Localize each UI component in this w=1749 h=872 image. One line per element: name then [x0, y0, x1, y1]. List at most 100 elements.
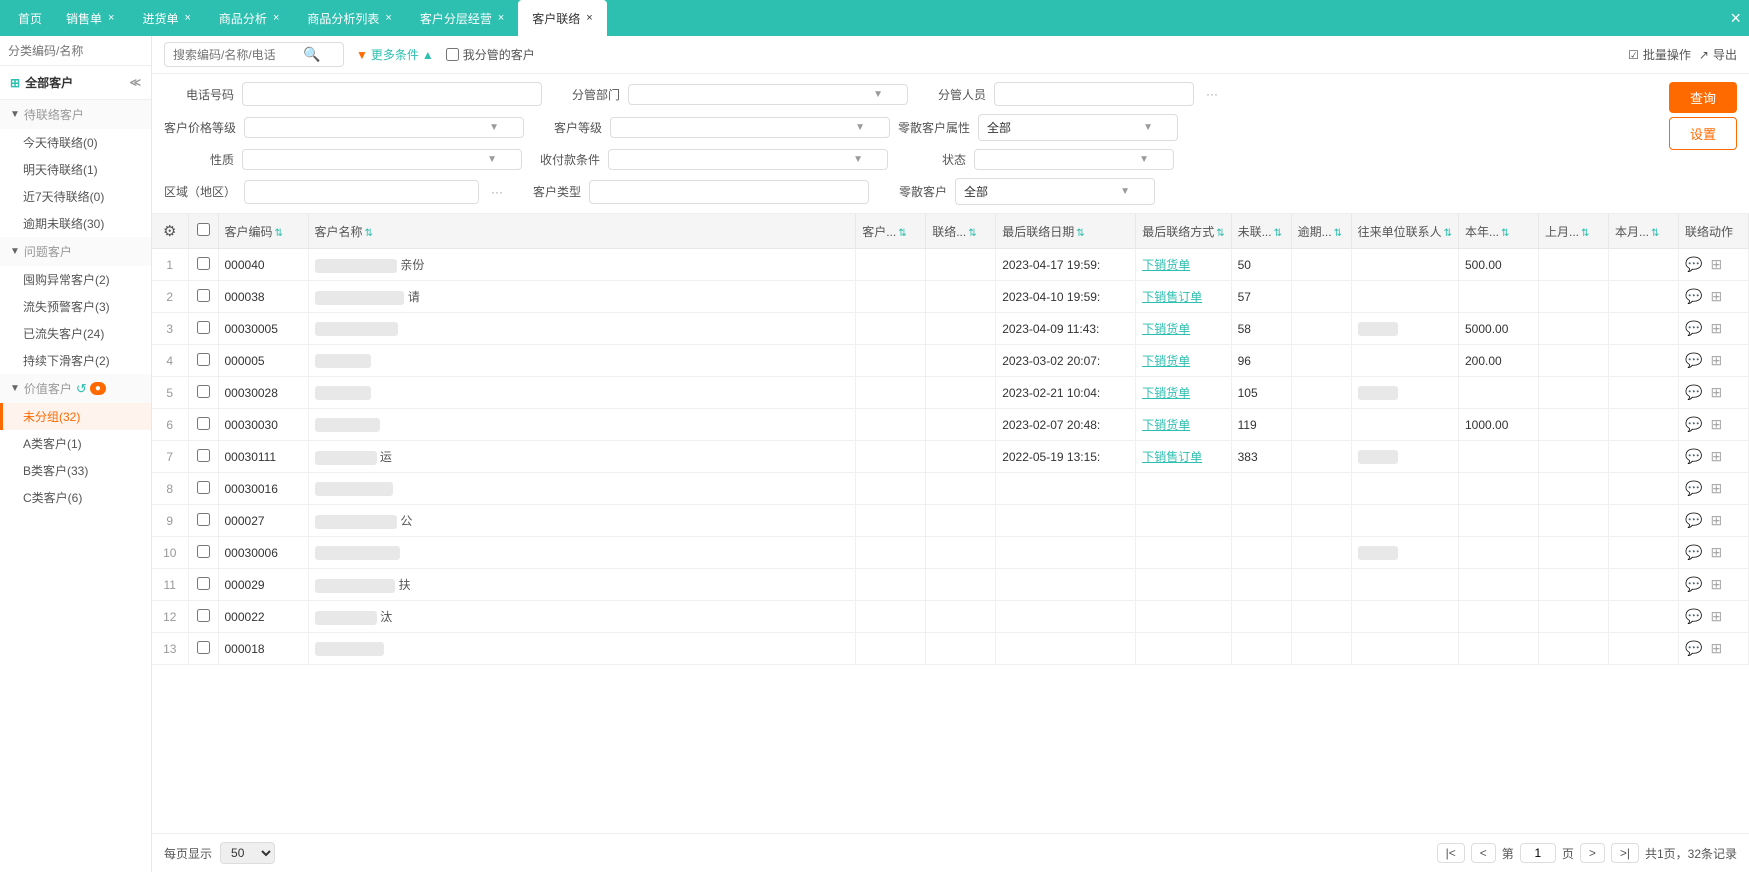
more-conditions-btn[interactable]: ▼ 更多条件 ▲ [356, 46, 434, 63]
cell-way[interactable]: 下销货单 [1136, 313, 1231, 345]
row-checkbox[interactable] [197, 257, 210, 270]
filter-region-input[interactable] [244, 180, 479, 204]
region-more-icon[interactable]: ··· [491, 185, 503, 199]
th-settings[interactable]: ⚙ [152, 214, 188, 249]
grid-action-icon[interactable]: ⊞ [1710, 608, 1722, 625]
message-icon[interactable]: 💬 [1685, 544, 1702, 561]
first-page-btn[interactable]: |< [1437, 843, 1465, 863]
row-checkbox[interactable] [197, 641, 210, 654]
message-icon[interactable]: 💬 [1685, 288, 1702, 305]
cell-check[interactable] [188, 345, 218, 377]
filter-manager-input[interactable] [994, 82, 1194, 106]
sidebar-item-churn-warn[interactable]: 流失预警客户(3) [0, 293, 151, 320]
cell-way[interactable]: 下销货单 [1136, 249, 1231, 281]
cell-check[interactable] [188, 409, 218, 441]
cell-check[interactable] [188, 281, 218, 313]
cell-check[interactable] [188, 633, 218, 665]
tab-customer-contact-close[interactable]: × [586, 12, 592, 24]
row-checkbox[interactable] [197, 545, 210, 558]
sidebar-item-ungroup[interactable]: 未分组(32) [0, 403, 151, 430]
cell-check[interactable] [188, 313, 218, 345]
sidebar-item-today[interactable]: 今天待联络(0) [0, 129, 151, 156]
filter-payment-select[interactable]: ▼ [608, 149, 888, 170]
filter-level-select[interactable]: ▼ [610, 117, 890, 138]
search-input[interactable] [173, 48, 303, 62]
grid-action-icon[interactable]: ⊞ [1710, 288, 1722, 305]
manager-more-icon[interactable]: ··· [1206, 87, 1218, 101]
message-icon[interactable]: 💬 [1685, 576, 1702, 593]
tab-product-list-close[interactable]: × [385, 12, 391, 24]
tab-home[interactable]: 首页 [8, 0, 52, 36]
cell-way[interactable]: 下销货单 [1136, 377, 1231, 409]
grid-action-icon[interactable]: ⊞ [1710, 480, 1722, 497]
tab-product-analysis-close[interactable]: × [273, 12, 279, 24]
message-icon[interactable]: 💬 [1685, 608, 1702, 625]
cell-check[interactable] [188, 601, 218, 633]
tab-purchase[interactable]: 进货单 × [128, 0, 204, 36]
row-checkbox[interactable] [197, 385, 210, 398]
way-link[interactable]: 下销售订单 [1142, 290, 1202, 304]
row-checkbox[interactable] [197, 289, 210, 302]
sidebar-all-customers[interactable]: ⊞ 全部客户 ≪ [0, 66, 151, 100]
sidebar-item-week[interactable]: 近7天待联络(0) [0, 183, 151, 210]
filter-price-level-select[interactable]: ▼ [244, 117, 524, 138]
message-icon[interactable]: 💬 [1685, 640, 1702, 657]
sidebar-item-c-class[interactable]: C类客户(6) [0, 484, 151, 511]
grid-action-icon[interactable]: ⊞ [1710, 384, 1722, 401]
way-link[interactable]: 下销货单 [1142, 354, 1190, 368]
message-icon[interactable]: 💬 [1685, 448, 1702, 465]
row-checkbox[interactable] [197, 353, 210, 366]
row-checkbox[interactable] [197, 577, 210, 590]
my-customers-checkbox[interactable] [446, 48, 459, 61]
tab-customer-segment[interactable]: 客户分层经营 × [406, 0, 518, 36]
grid-action-icon[interactable]: ⊞ [1710, 416, 1722, 433]
cell-check[interactable] [188, 569, 218, 601]
grid-action-icon[interactable]: ⊞ [1710, 320, 1722, 337]
way-link[interactable]: 下销货单 [1142, 258, 1190, 272]
select-all-checkbox[interactable] [197, 223, 210, 236]
tab-sales[interactable]: 销售单 × [52, 0, 128, 36]
cell-check[interactable] [188, 537, 218, 569]
search-icon[interactable]: 🔍 [303, 46, 320, 63]
filter-attr-select[interactable]: 全部 ▼ [978, 114, 1178, 141]
row-checkbox[interactable] [197, 513, 210, 526]
message-icon[interactable]: 💬 [1685, 352, 1702, 369]
sidebar-item-b-class[interactable]: B类客户(33) [0, 457, 151, 484]
sidebar-search-box[interactable]: 🔍 [0, 36, 151, 66]
tab-sales-close[interactable]: × [108, 12, 114, 24]
sidebar-item-overdue[interactable]: 逾期未联络(30) [0, 210, 151, 237]
tab-bar-close[interactable]: × [1730, 8, 1741, 29]
way-link[interactable]: 下销货单 [1142, 322, 1190, 336]
tab-product-analysis[interactable]: 商品分析 × [205, 0, 293, 36]
grid-action-icon[interactable]: ⊞ [1710, 256, 1722, 273]
cell-check[interactable] [188, 441, 218, 473]
filter-dept-select[interactable]: ▼ [628, 84, 908, 105]
row-checkbox[interactable] [197, 609, 210, 622]
filter-retail-select[interactable]: 全部 ▼ [955, 178, 1155, 205]
sidebar-item-tomorrow[interactable]: 明天待联络(1) [0, 156, 151, 183]
tab-customer-segment-close[interactable]: × [498, 12, 504, 24]
cell-check[interactable] [188, 505, 218, 537]
filter-status-select[interactable]: ▼ [974, 149, 1174, 170]
tab-customer-contact[interactable]: 客户联络 × [518, 0, 606, 36]
tab-purchase-close[interactable]: × [184, 12, 190, 24]
filter-phone-input[interactable] [242, 82, 542, 106]
sidebar-item-a-class[interactable]: A类客户(1) [0, 430, 151, 457]
export-btn[interactable]: ↗ 导出 [1699, 46, 1737, 63]
tab-product-list[interactable]: 商品分析列表 × [293, 0, 405, 36]
sidebar-item-abnormal[interactable]: 囤购异常客户(2) [0, 266, 151, 293]
collapse-icon[interactable]: ≪ [129, 76, 141, 89]
settings-icon[interactable]: ⚙ [163, 223, 176, 240]
next-page-btn[interactable]: > [1580, 843, 1605, 863]
th-check[interactable] [188, 214, 218, 249]
way-link[interactable]: 下销货单 [1142, 418, 1190, 432]
grid-action-icon[interactable]: ⊞ [1710, 544, 1722, 561]
message-icon[interactable]: 💬 [1685, 416, 1702, 433]
cell-way[interactable]: 下销售订单 [1136, 441, 1231, 473]
sidebar-item-churned[interactable]: 已流失客户(24) [0, 320, 151, 347]
sidebar-search-input[interactable] [8, 44, 152, 58]
cell-way[interactable]: 下销货单 [1136, 409, 1231, 441]
grid-action-icon[interactable]: ⊞ [1710, 512, 1722, 529]
cell-check[interactable] [188, 473, 218, 505]
row-checkbox[interactable] [197, 417, 210, 430]
